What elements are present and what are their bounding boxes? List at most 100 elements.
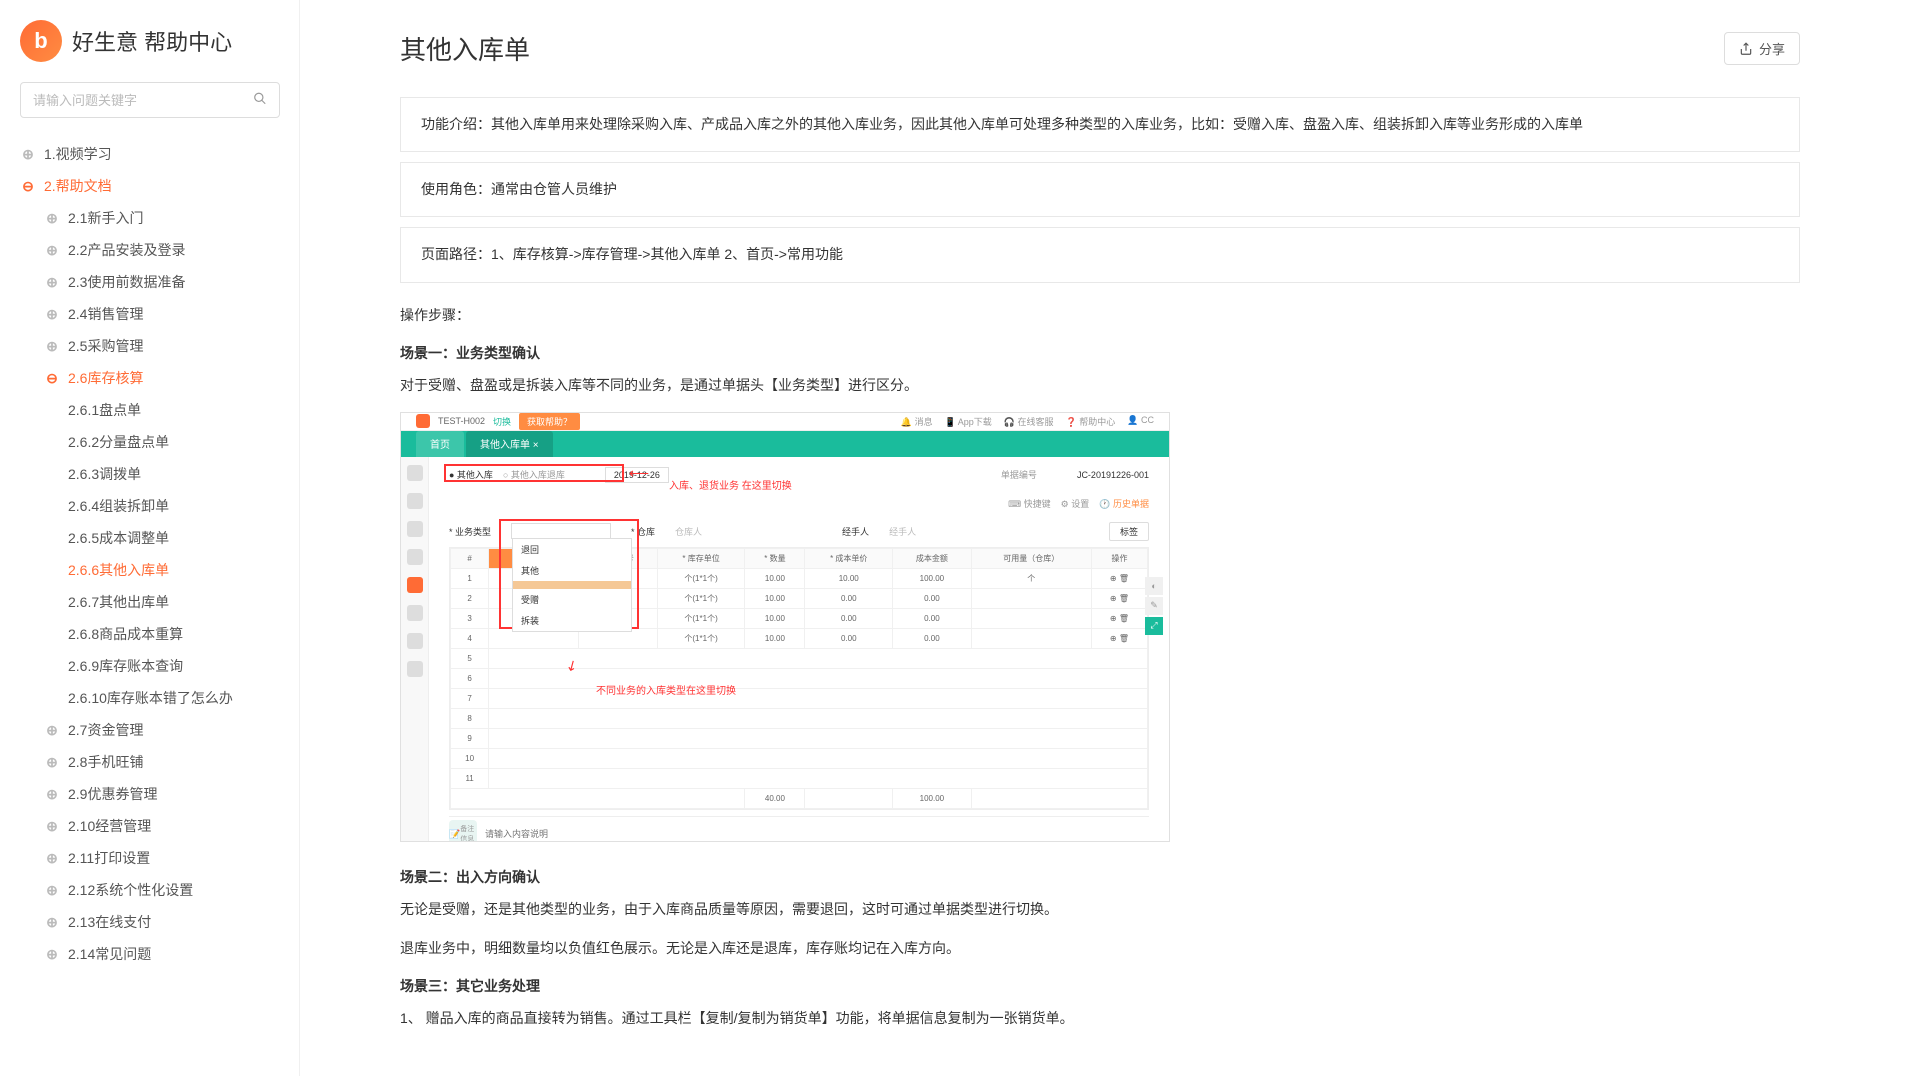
plus-icon: ⊕ (44, 754, 60, 770)
ss-th: * 数量 (745, 548, 805, 568)
ss-th: * 库存单位 (657, 548, 745, 568)
scene3-title: 场景三：其它业务处理 (400, 976, 1800, 996)
ss-handler-val: 经手人 (889, 525, 916, 538)
ss-annotation-1: 入库、退货业务 在这里切换 (669, 477, 792, 492)
ss-remark: 📝备注信息 (449, 816, 1149, 842)
embedded-screenshot: TEST-H002 切换 获取帮助？ 🔔 消息 📱 App下载 🎧 在线客服 ❓… (400, 412, 1170, 842)
ss-wh-label: * 仓库 (631, 525, 655, 538)
plus-icon: ⊕ (44, 818, 60, 834)
plus-icon: ⊕ (44, 338, 60, 354)
intro-box: 功能介绍：其他入库单用来处理除采购入库、产成品入库之外的其他入库业务，因此其他入… (400, 97, 1800, 152)
ss-row: 8 (451, 708, 1148, 728)
intro-label: 功能介绍： (421, 116, 491, 132)
nav-2-9[interactable]: ⊕2.9优惠券管理 (20, 778, 299, 810)
ss-bill-no: JC-20191226-001 (1077, 470, 1149, 480)
ss-sb-icon (407, 661, 423, 677)
nav-2-8[interactable]: ⊕2.8手机旺铺 (20, 746, 299, 778)
nav-2-6-4[interactable]: 2.6.4组装拆卸单 (20, 490, 299, 522)
ss-opt: 其他 (513, 560, 631, 581)
plus-icon: ⊕ (44, 274, 60, 290)
nav-2-6[interactable]: ⊖2.6库存核算 (20, 362, 299, 394)
ss-switch: 切换 (493, 415, 511, 428)
ss-tabs: 首页 其他入库单 × (401, 431, 1169, 457)
ss-annotation-2: 不同业务的入库类型在这里切换 (596, 682, 736, 697)
nav-2-6-2[interactable]: 2.6.2分量盘点单 (20, 426, 299, 458)
ss-top-msg: 🔔 消息 (901, 415, 933, 428)
ss-avatar: 👤 CC (1127, 415, 1154, 428)
ss-wh-val: 仓库人 (675, 525, 702, 538)
plus-icon: ⊕ (44, 242, 60, 258)
scene1-text: 对于受赠、盘盈或是拆装入库等不同的业务，是通过单据头【业务类型】进行区分。 (400, 373, 1800, 398)
ss-row: 5 (451, 648, 1148, 668)
plus-icon: ⊕ (44, 882, 60, 898)
ss-sb-icon (407, 633, 423, 649)
ss-logo-icon (416, 414, 430, 428)
minus-icon: ⊖ (44, 370, 60, 386)
nav-2-14[interactable]: ⊕2.14常见问题 (20, 938, 299, 970)
nav-2-5[interactable]: ⊕2.5采购管理 (20, 330, 299, 362)
plus-icon: ⊕ (20, 146, 36, 162)
sidebar: b 好生意 帮助中心 ⊕1.视频学习 ⊖2.帮助文档 ⊕2.1新手入门 ⊕2.2… (0, 0, 300, 1076)
nav-2-6-1[interactable]: 2.6.1盘点单 (20, 394, 299, 426)
plus-icon: ⊕ (44, 850, 60, 866)
scene2-p2: 退库业务中，明细数量均以负值红色展示。无论是入库还是退库，库存账均记在入库方向。 (400, 936, 1800, 961)
nav-2-13[interactable]: ⊕2.13在线支付 (20, 906, 299, 938)
ss-handler-label: 经手人 (842, 525, 869, 538)
ss-sb-icon (407, 605, 423, 621)
nav-2-6-5[interactable]: 2.6.5成本调整单 (20, 522, 299, 554)
nav-2-6-8[interactable]: 2.6.8商品成本重算 (20, 618, 299, 650)
ss-tab-form: 其他入库单 × (466, 431, 553, 457)
nav-video[interactable]: ⊕1.视频学习 (20, 138, 299, 170)
nav-2-1[interactable]: ⊕2.1新手入门 (20, 202, 299, 234)
ss-top-help: ❓ 帮助中心 (1066, 415, 1116, 428)
ss-opt (513, 581, 631, 589)
ss-opt: 退回 (513, 539, 631, 560)
ss-row: 7 (451, 688, 1148, 708)
nav-2-12[interactable]: ⊕2.12系统个性化设置 (20, 874, 299, 906)
path-label: 页面路径： (421, 246, 491, 262)
ss-tool-icon: ◐ (1145, 577, 1163, 595)
ss-opt: 受赠 (513, 589, 631, 610)
nav-2-11[interactable]: ⊕2.11打印设置 (20, 842, 299, 874)
ss-sum-row: 40.00100.00 (451, 788, 1148, 808)
scene2-title: 场景二：出入方向确认 (400, 867, 1800, 887)
role-box: 使用角色：通常由仓管人员维护 (400, 162, 1800, 217)
nav-2-6-9[interactable]: 2.6.9库存账本查询 (20, 650, 299, 682)
nav-2-6-3[interactable]: 2.6.3调拨单 (20, 458, 299, 490)
nav-2-4[interactable]: ⊕2.4销售管理 (20, 298, 299, 330)
ss-tag-btn: 标签 (1109, 522, 1149, 541)
ss-top-support: 🎧 在线客服 (1004, 415, 1054, 428)
ss-radio-group: ● 其他入库 ○ 其他入库退库 (449, 468, 565, 481)
plus-icon: ⊕ (44, 210, 60, 226)
ss-tab-home: 首页 (416, 431, 464, 457)
nav-2-2[interactable]: ⊕2.2产品安装及登录 (20, 234, 299, 266)
ss-toolbar-settings: ⚙ 设置 (1061, 497, 1090, 510)
ss-th: * 成本单价 (805, 548, 893, 568)
ss-remark-input (485, 829, 1149, 839)
nav-2-10[interactable]: ⊕2.10经营管理 (20, 810, 299, 842)
steps-title: 操作步骤： (400, 303, 1800, 328)
ss-biztype-select: 退回 其他 受赠 拆装 (511, 523, 611, 539)
ss-dropdown: 退回 其他 受赠 拆装 (512, 538, 632, 632)
path-text: 1、库存核算->库存管理->其他入库单 2、首页->常用功能 (491, 246, 843, 262)
role-text: 通常由仓管人员维护 (491, 181, 617, 197)
minus-icon: ⊖ (20, 178, 36, 194)
nav-2-3[interactable]: ⊕2.3使用前数据准备 (20, 266, 299, 298)
search-icon[interactable] (253, 92, 267, 109)
nav-docs[interactable]: ⊖2.帮助文档 (20, 170, 299, 202)
ss-tool-icon: ⤢ (1145, 617, 1163, 635)
nav-2-7[interactable]: ⊕2.7资金管理 (20, 714, 299, 746)
scene2-p1: 无论是受赠，还是其他类型的业务，由于入库商品质量等原因，需要退回，这时可通过单据… (400, 897, 1800, 922)
share-button[interactable]: 分享 (1724, 32, 1800, 65)
search-input[interactable] (21, 83, 279, 117)
brand: b 好生意 帮助中心 (20, 20, 299, 62)
search-box (20, 82, 280, 118)
ss-sb-icon (407, 493, 423, 509)
ss-toolbar-shortcut: ⌨ 快捷键 (1008, 497, 1051, 510)
nav-2-6-7[interactable]: 2.6.7其他出库单 (20, 586, 299, 618)
nav-2-6-6[interactable]: 2.6.6其他入库单 (20, 554, 299, 586)
brand-logo-icon: b (20, 20, 62, 62)
ss-help-btn: 获取帮助？ (519, 413, 580, 430)
role-label: 使用角色： (421, 181, 491, 197)
nav-2-6-10[interactable]: 2.6.10库存账本错了怎么办 (20, 682, 299, 714)
